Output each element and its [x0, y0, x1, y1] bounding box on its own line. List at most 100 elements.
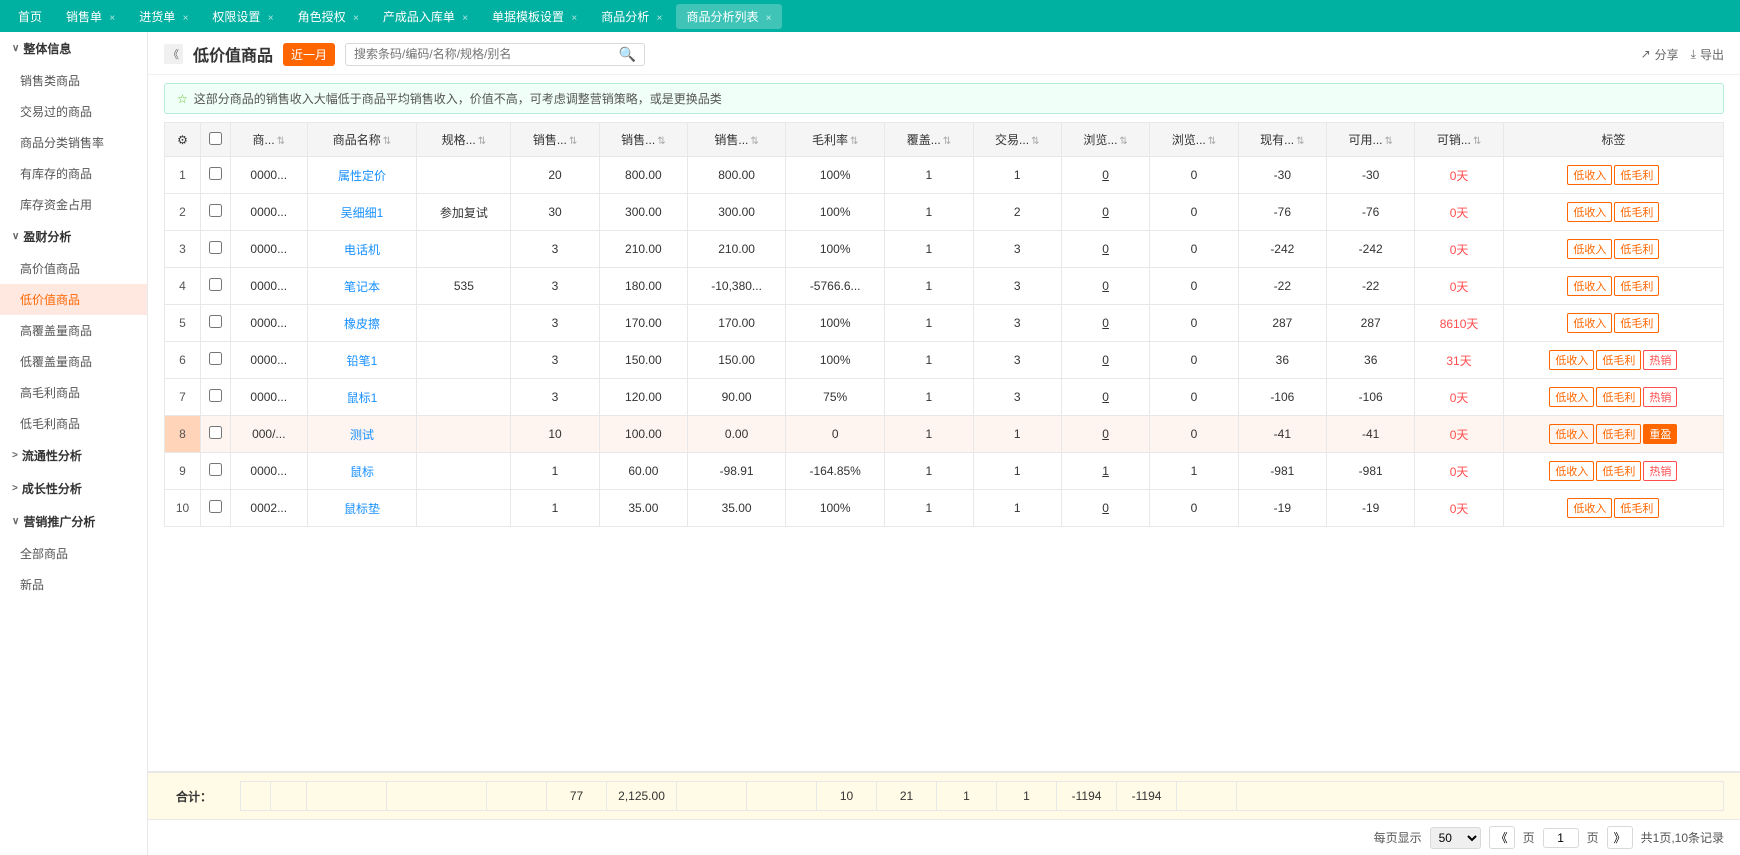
sidebar-item-stocked-goods[interactable]: 有库存的商品 — [0, 158, 147, 189]
sidebar-section-overall[interactable]: ∨ 整体信息 — [0, 32, 147, 65]
filter-btn[interactable]: 近一月 — [283, 43, 335, 66]
nav-close-template[interactable]: × — [571, 13, 577, 24]
nav-goods-analysis[interactable]: 商品分析 × — [591, 4, 672, 29]
cell-view1[interactable]: 0 — [1061, 194, 1149, 231]
page-size-select[interactable]: 50 100 200 — [1430, 827, 1481, 849]
cell-name[interactable]: 测试 — [307, 416, 417, 453]
nav-permission[interactable]: 权限设置 × — [202, 4, 283, 29]
row-checkbox[interactable] — [209, 389, 222, 402]
next-page-btn[interactable]: 》 — [1607, 826, 1633, 849]
cell-check[interactable] — [201, 305, 231, 342]
cell-view1[interactable]: 0 — [1061, 416, 1149, 453]
sidebar-item-high-value[interactable]: 高价值商品 — [0, 253, 147, 284]
sidebar-item-category-sales-rate[interactable]: 商品分类销售率 — [0, 127, 147, 158]
nav-close-goods-analysis[interactable]: × — [657, 13, 663, 24]
search-input[interactable] — [354, 47, 613, 61]
cell-name[interactable]: 电话机 — [307, 231, 417, 268]
nav-close-purchase[interactable]: × — [183, 13, 189, 24]
sidebar-collapse-btn[interactable]: 《 — [164, 44, 183, 64]
cell-sellable: 0天 — [1415, 490, 1503, 527]
row-checkbox[interactable] — [209, 352, 222, 365]
row-checkbox[interactable] — [209, 463, 222, 476]
nav-template[interactable]: 单据模板设置 × — [482, 4, 587, 29]
nav-close-permission[interactable]: × — [268, 13, 274, 24]
sidebar-item-high-margin[interactable]: 高毛利商品 — [0, 377, 147, 408]
nav-role[interactable]: 角色授权 × — [288, 4, 369, 29]
sidebar-item-new-goods[interactable]: 新品 — [0, 569, 147, 600]
cell-view1[interactable]: 0 — [1061, 268, 1149, 305]
cell-name[interactable]: 吴细细1 — [307, 194, 417, 231]
sidebar-item-low-coverage[interactable]: 低覆盖量商品 — [0, 346, 147, 377]
cell-name[interactable]: 鼠标1 — [307, 379, 417, 416]
sidebar-item-traded-goods[interactable]: 交易过的商品 — [0, 96, 147, 127]
sidebar-section-growth[interactable]: > 成长性分析 — [0, 472, 147, 505]
cell-check[interactable] — [201, 268, 231, 305]
cell-check[interactable] — [201, 379, 231, 416]
share-btn[interactable]: ↗ 分享 — [1641, 46, 1679, 63]
sidebar-item-all-goods[interactable]: 全部商品 — [0, 538, 147, 569]
cell-check[interactable] — [201, 416, 231, 453]
sidebar-item-sales-goods[interactable]: 销售类商品 — [0, 65, 147, 96]
row-checkbox[interactable] — [209, 204, 222, 217]
page-input[interactable] — [1543, 828, 1579, 848]
cell-view1[interactable]: 0 — [1061, 305, 1149, 342]
view1-link[interactable]: 0 — [1102, 353, 1109, 367]
export-btn[interactable]: ⤓ 导出 — [1691, 46, 1724, 63]
view1-link[interactable]: 0 — [1102, 168, 1109, 182]
cell-check[interactable] — [201, 231, 231, 268]
cell-view1[interactable]: 0 — [1061, 379, 1149, 416]
nav-close-role[interactable]: × — [353, 13, 359, 24]
cell-view1[interactable]: 0 — [1061, 342, 1149, 379]
nav-product-in[interactable]: 产成品入库单 × — [373, 4, 478, 29]
cell-view1[interactable]: 0 — [1061, 231, 1149, 268]
row-checkbox[interactable] — [209, 315, 222, 328]
cell-view1[interactable]: 0 — [1061, 157, 1149, 194]
view1-link[interactable]: 0 — [1102, 390, 1109, 404]
view1-link[interactable]: 0 — [1102, 427, 1109, 441]
sidebar-section-profit[interactable]: ∨ 盈财分析 — [0, 220, 147, 253]
view1-link[interactable]: 0 — [1102, 242, 1109, 256]
sidebar-item-high-coverage[interactable]: 高覆盖量商品 — [0, 315, 147, 346]
select-all-checkbox[interactable] — [209, 132, 222, 145]
cell-name[interactable]: 鼠标 — [307, 453, 417, 490]
cell-name[interactable]: 鼠标垫 — [307, 490, 417, 527]
nav-sales[interactable]: 销售单 × — [56, 4, 125, 29]
nav-home[interactable]: 首页 — [8, 4, 52, 29]
settings-icon[interactable]: ⚙ — [177, 133, 188, 147]
nav-close-product[interactable]: × — [462, 13, 468, 24]
cell-name[interactable]: 笔记本 — [307, 268, 417, 305]
cell-name[interactable]: 铅笔1 — [307, 342, 417, 379]
view1-link[interactable]: 0 — [1102, 501, 1109, 515]
cell-check[interactable] — [201, 157, 231, 194]
first-page-btn[interactable]: 《 — [1489, 826, 1515, 849]
cell-check[interactable] — [201, 342, 231, 379]
sidebar-item-low-value[interactable]: 低价值商品 — [0, 284, 147, 315]
nav-goods-list[interactable]: 商品分析列表 × — [676, 4, 781, 29]
row-checkbox[interactable] — [209, 241, 222, 254]
sidebar-item-stock-capital[interactable]: 库存资金占用 — [0, 189, 147, 220]
sidebar-item-low-margin[interactable]: 低毛利商品 — [0, 408, 147, 439]
search-icon[interactable]: 🔍 — [619, 46, 636, 63]
row-checkbox[interactable] — [209, 426, 222, 439]
cell-check[interactable] — [201, 194, 231, 231]
row-checkbox[interactable] — [209, 167, 222, 180]
cell-name[interactable]: 橡皮擦 — [307, 305, 417, 342]
col-check[interactable] — [201, 123, 231, 157]
cell-view1[interactable]: 1 — [1061, 453, 1149, 490]
cell-check[interactable] — [201, 490, 231, 527]
row-checkbox[interactable] — [209, 500, 222, 513]
cell-name[interactable]: 属性定价 — [307, 157, 417, 194]
cell-view1[interactable]: 0 — [1061, 490, 1149, 527]
view1-link[interactable]: 0 — [1102, 316, 1109, 330]
nav-purchase[interactable]: 进货单 × — [129, 4, 198, 29]
view1-link[interactable]: 0 — [1102, 279, 1109, 293]
view1-link[interactable]: 0 — [1102, 205, 1109, 219]
cell-check[interactable] — [201, 453, 231, 490]
nav-close-goods-list[interactable]: × — [766, 13, 772, 24]
col-settings[interactable]: ⚙ — [165, 123, 201, 157]
view1-link[interactable]: 1 — [1102, 464, 1109, 478]
nav-close-sales[interactable]: × — [109, 13, 115, 24]
sidebar-section-marketing[interactable]: ∨ 营销推广分析 — [0, 505, 147, 538]
sidebar-section-circulation[interactable]: > 流通性分析 — [0, 439, 147, 472]
row-checkbox[interactable] — [209, 278, 222, 291]
